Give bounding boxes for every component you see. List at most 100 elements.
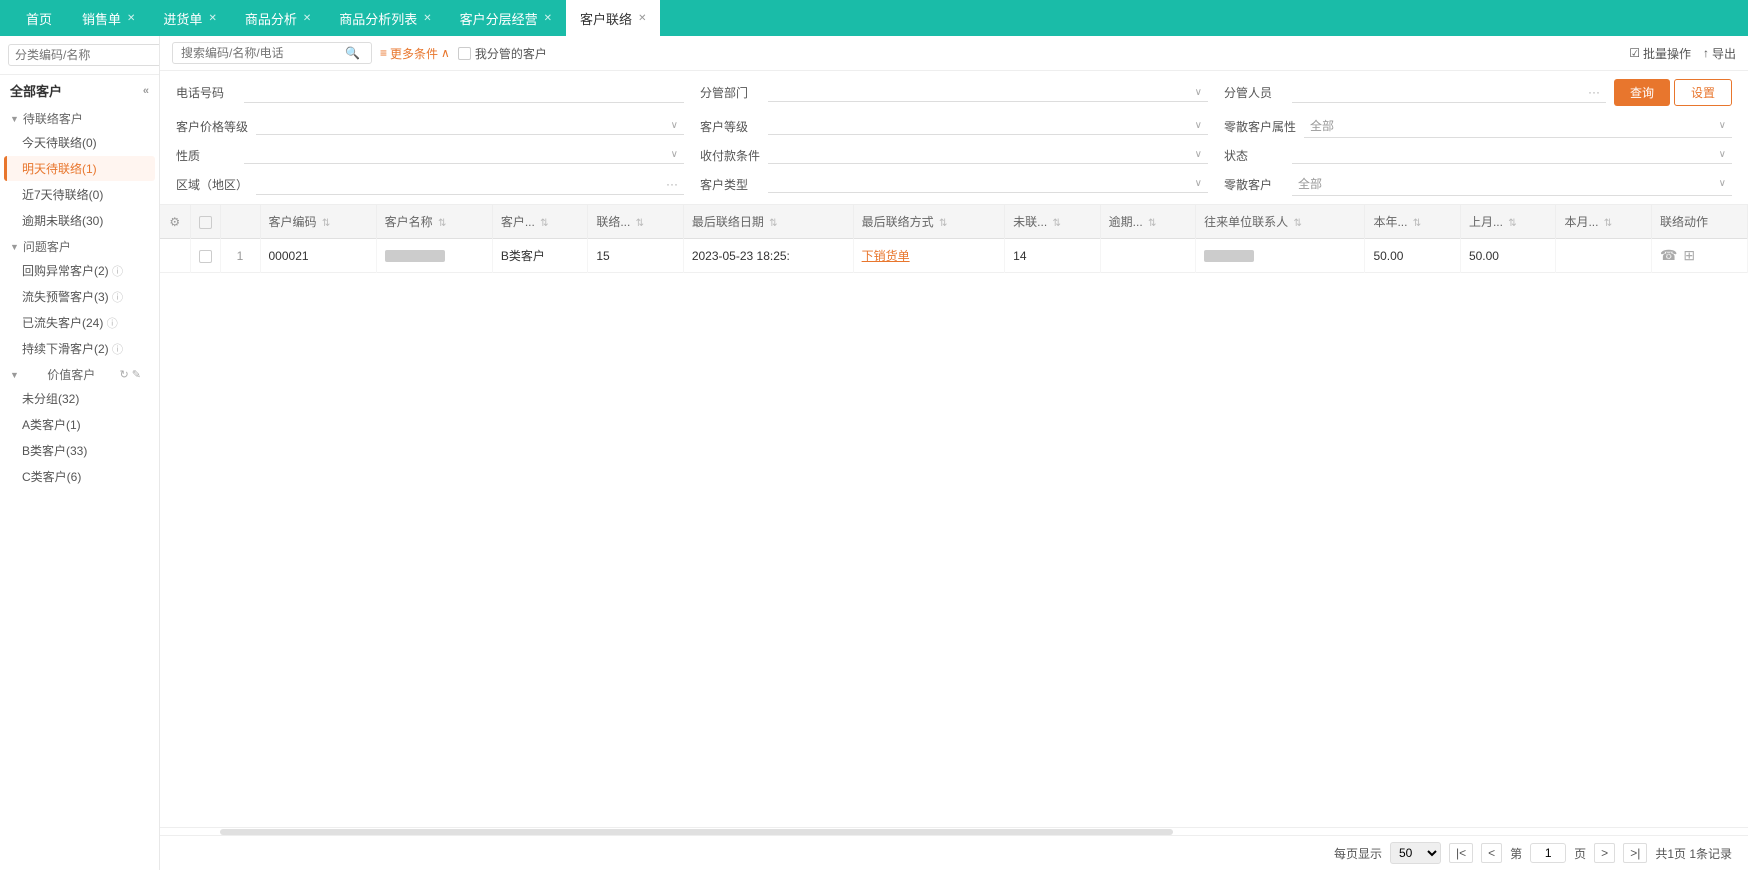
next-page-btn[interactable]: >: [1594, 843, 1615, 863]
customer-level-label: 客户等级: [700, 118, 760, 135]
close-customer-contact-icon[interactable]: ✕: [638, 13, 646, 24]
col-contact-count[interactable]: 联络... ⇅: [588, 205, 684, 239]
phone-input[interactable]: [244, 82, 684, 103]
batch-ops-btn[interactable]: ☑ 批量操作: [1629, 45, 1691, 62]
row-code: 000021: [260, 239, 376, 273]
col-unit-contact[interactable]: 往来单位联系人 ⇅: [1196, 205, 1365, 239]
row-num: 1: [220, 239, 260, 273]
col-last-date[interactable]: 最后联络日期 ⇅: [683, 205, 853, 239]
sort-this-year-icon: ⇅: [1413, 218, 1421, 229]
retail-customer-label: 零散客户: [1224, 176, 1284, 193]
unit-contact-redacted: [1204, 250, 1254, 262]
retail-attr-select[interactable]: 全部 ∨: [1304, 114, 1732, 138]
action-more-icon[interactable]: ⊞: [1683, 247, 1695, 264]
filter-search-input[interactable]: [181, 46, 341, 60]
first-page-btn[interactable]: |<: [1449, 843, 1473, 863]
nature-select[interactable]: ∨: [244, 146, 684, 164]
close-sales-icon[interactable]: ✕: [127, 13, 135, 24]
sidebar-item-tomorrow-pending[interactable]: 明天待联络(1): [4, 156, 155, 181]
col-settings[interactable]: ⚙: [160, 205, 190, 239]
customer-level-select[interactable]: ∨: [768, 117, 1208, 135]
close-customer-seg-icon[interactable]: ✕: [544, 13, 552, 24]
region-select[interactable]: ···: [256, 174, 684, 195]
col-not-linked[interactable]: 未联... ⇅: [1005, 205, 1101, 239]
col-customer-name[interactable]: 客户名称 ⇅: [376, 205, 492, 239]
nav-customer-contact[interactable]: 客户联络 ✕: [566, 0, 660, 36]
nav-product-analysis-list[interactable]: 商品分析列表 ✕: [325, 0, 445, 36]
manager-select[interactable]: ···: [1292, 82, 1606, 103]
last-page-btn[interactable]: >|: [1623, 843, 1647, 863]
nav-sales[interactable]: 销售单 ✕: [68, 0, 149, 36]
col-last-month[interactable]: 上月... ⇅: [1460, 205, 1556, 239]
sidebar-item-churned[interactable]: 已流失客户(24) ⓘ: [4, 310, 155, 335]
status-select[interactable]: ∨: [1292, 146, 1732, 164]
sort-unit-contact-icon: ⇅: [1294, 218, 1302, 229]
sidebar-item-declining[interactable]: 持续下滑客户(2) ⓘ: [4, 336, 155, 361]
nav-customer-segmentation[interactable]: 客户分层经营 ✕: [446, 0, 566, 36]
customer-type-select[interactable]: ∨: [768, 175, 1208, 193]
col-this-month[interactable]: 本月... ⇅: [1556, 205, 1652, 239]
payment-select[interactable]: ∨: [768, 146, 1208, 164]
filter-row-retail-attr: 零散客户属性 全部 ∨: [1224, 114, 1732, 138]
export-label: 导出: [1712, 45, 1736, 62]
sidebar-item-ungrouped[interactable]: 未分组(32): [4, 386, 155, 411]
retail-customer-select[interactable]: 全部 ∨: [1292, 172, 1732, 196]
nav-product-analysis[interactable]: 商品分析 ✕: [231, 0, 325, 36]
top-navigation: 首页 销售单 ✕ 进货单 ✕ 商品分析 ✕ 商品分析列表 ✕ 客户分层经营 ✕ …: [0, 0, 1748, 36]
col-customer-type[interactable]: 客户... ⇅: [492, 205, 588, 239]
sidebar-item-overdue-pending[interactable]: 逾期未联络(30): [4, 208, 155, 233]
close-product-analysis-list-icon[interactable]: ✕: [423, 13, 431, 24]
table-row: 1 000021 B类客户 15 2023-05-23 18:25: 下销货单 …: [160, 239, 1748, 273]
query-button[interactable]: 查询: [1614, 79, 1670, 106]
sidebar-item-repurchase-abnormal[interactable]: 回购异常客户(2) ⓘ: [4, 258, 155, 283]
value-group-icons[interactable]: ↻ ✎: [120, 368, 142, 381]
per-page-select[interactable]: 50 10 20 100: [1390, 842, 1441, 864]
col-last-method[interactable]: 最后联络方式 ⇅: [853, 205, 1005, 239]
filter-row-price-level: 客户价格等级 ∨: [176, 114, 684, 138]
filter-search-icon[interactable]: 🔍: [345, 46, 360, 60]
col-overdue[interactable]: 逾期... ⇅: [1100, 205, 1196, 239]
row-checkbox[interactable]: [199, 250, 212, 263]
last-method-link[interactable]: 下销货单: [862, 249, 910, 263]
sidebar-all-customers[interactable]: 全部客户 «: [0, 75, 159, 106]
customer-name-redacted: [385, 250, 445, 262]
sidebar-search-input[interactable]: [8, 44, 160, 66]
sidebar-item-7days-pending[interactable]: 近7天待联络(0): [4, 182, 155, 207]
sort-overdue-icon: ⇅: [1148, 218, 1156, 229]
filter-more-btn[interactable]: ≡ 更多条件 ∧: [380, 45, 450, 62]
header-checkbox[interactable]: [199, 216, 212, 229]
price-level-select[interactable]: ∨: [256, 117, 684, 135]
export-icon: ↑: [1703, 46, 1709, 60]
set-button[interactable]: 设置: [1674, 79, 1732, 106]
sidebar-item-class-b[interactable]: B类客户(33): [4, 438, 155, 463]
retail-customer-chevron-icon: ∨: [1719, 178, 1726, 189]
dept-select[interactable]: ∨: [768, 84, 1208, 102]
table-container: ⚙ 客户编码 ⇅ 客户名称 ⇅ 客户... ⇅ 联络... ⇅ 最后联络日期 ⇅…: [160, 205, 1748, 827]
sidebar-item-class-c[interactable]: C类客户(6): [4, 464, 155, 489]
nav-home[interactable]: 首页: [10, 0, 68, 36]
filter-row-payment: 收付款条件 ∨: [700, 146, 1208, 164]
horizontal-scrollbar[interactable]: [160, 827, 1748, 835]
table-body: 1 000021 B类客户 15 2023-05-23 18:25: 下销货单 …: [160, 239, 1748, 273]
row-settings: [160, 239, 190, 273]
export-btn[interactable]: ↑ 导出: [1703, 45, 1736, 62]
action-phone-icon[interactable]: ☎: [1660, 247, 1677, 264]
payment-chevron-icon: ∨: [1195, 149, 1202, 160]
dept-label: 分管部门: [700, 84, 760, 101]
prev-page-btn[interactable]: <: [1481, 843, 1502, 863]
my-customers-checkbox[interactable]: [458, 47, 471, 60]
col-customer-code[interactable]: 客户编码 ⇅: [260, 205, 376, 239]
col-num: [220, 205, 260, 239]
sidebar-item-churn-warning[interactable]: 流失预警客户(3) ⓘ: [4, 284, 155, 309]
sidebar-item-today-pending[interactable]: 今天待联络(0): [4, 130, 155, 155]
sidebar-item-class-a[interactable]: A类客户(1): [4, 412, 155, 437]
close-purchase-icon[interactable]: ✕: [208, 13, 216, 24]
page-number-input[interactable]: [1530, 843, 1566, 863]
col-this-year[interactable]: 本年... ⇅: [1365, 205, 1461, 239]
row-last-method[interactable]: 下销货单: [853, 239, 1005, 273]
nav-purchase[interactable]: 进货单 ✕: [149, 0, 230, 36]
filter-row-manager: 分管人员 ··· 查询 设置: [1224, 79, 1732, 106]
my-customers-filter[interactable]: 我分管的客户: [458, 45, 547, 62]
close-product-analysis-icon[interactable]: ✕: [303, 13, 311, 24]
filter-row-customer-level: 客户等级 ∨: [700, 114, 1208, 138]
